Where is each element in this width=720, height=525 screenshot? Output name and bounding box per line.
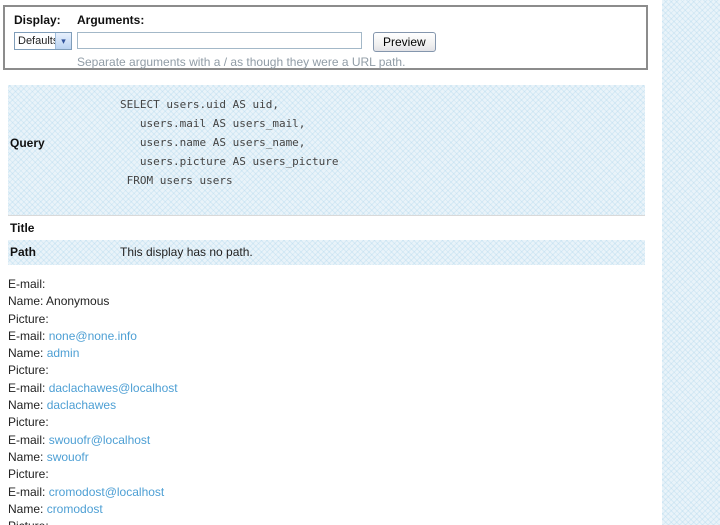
- path-row: Path This display has no path.: [8, 240, 645, 265]
- field-line: Name: Anonymous: [8, 293, 662, 310]
- field-line: Picture:: [8, 466, 662, 483]
- field-line: E-mail: daclachawes@localhost: [8, 380, 662, 397]
- query-row: Query SELECT users.uid AS uid, users.mai…: [8, 85, 645, 215]
- main-content: Display: Defaults ▾ Arguments: Preview S…: [0, 0, 662, 525]
- field-line: Picture:: [8, 311, 662, 328]
- field-value-link[interactable]: admin: [47, 346, 80, 360]
- background-side-strip: [662, 0, 720, 525]
- field-label: Picture:: [8, 363, 49, 378]
- arguments-input[interactable]: [77, 32, 362, 49]
- view-info-rows: Query SELECT users.uid AS uid, users.mai…: [8, 85, 645, 265]
- display-label: Display:: [14, 13, 61, 27]
- field-value-link[interactable]: swouofr@localhost: [49, 433, 151, 447]
- field-label: E-mail:: [8, 380, 46, 395]
- field-label: Picture:: [8, 311, 49, 326]
- display-select-value: Defaults: [18, 35, 55, 47]
- preview-button[interactable]: Preview: [373, 32, 436, 52]
- arguments-help-text: Separate arguments with a / as though th…: [77, 55, 406, 69]
- field-value-link[interactable]: swouofr: [47, 450, 89, 464]
- field-value-link[interactable]: cromodost: [47, 502, 103, 516]
- arguments-control-row: Preview: [77, 32, 636, 52]
- display-select[interactable]: Defaults ▾: [14, 32, 72, 50]
- views-preview-page: Display: Defaults ▾ Arguments: Preview S…: [0, 0, 720, 525]
- field-label: Name:: [8, 398, 44, 413]
- results-list: E-mail: Name: Anonymous Picture: E-mail: no…: [8, 276, 662, 525]
- field-line: Name: cromodost: [8, 501, 662, 518]
- field-line: E-mail:: [8, 276, 662, 293]
- field-label: Name:: [8, 294, 44, 309]
- field-line: Name: admin: [8, 345, 662, 362]
- field-line: Name: daclachawes: [8, 397, 662, 414]
- field-value-link[interactable]: daclachawes: [47, 398, 116, 412]
- dropdown-arrow-icon: ▾: [55, 33, 71, 49]
- field-line: Name: swouofr: [8, 449, 662, 466]
- title-row-label: Title: [10, 221, 35, 235]
- field-line: Picture:: [8, 518, 662, 525]
- field-label: E-mail:: [8, 484, 46, 499]
- field-label: Picture:: [8, 467, 49, 482]
- field-value: Anonymous: [46, 294, 110, 309]
- field-label: Name:: [8, 449, 44, 464]
- title-row: Title: [8, 215, 645, 240]
- field-label: E-mail:: [8, 277, 46, 291]
- display-column: Display: Defaults ▾: [14, 13, 77, 64]
- field-line: Picture:: [8, 414, 662, 431]
- field-line: Picture:: [8, 362, 662, 379]
- path-row-value: This display has no path.: [120, 245, 253, 259]
- field-value-link[interactable]: none@none.info: [49, 329, 137, 343]
- query-row-label: Query: [10, 135, 45, 150]
- field-value-link[interactable]: cromodost@localhost: [49, 485, 165, 499]
- field-label: Picture:: [8, 415, 49, 430]
- path-row-label: Path: [10, 245, 37, 259]
- field-line: E-mail: cromodost@localhost: [8, 484, 662, 501]
- arguments-column: Arguments: Preview Separate arguments wi…: [77, 13, 636, 69]
- arguments-label: Arguments:: [77, 13, 145, 27]
- field-label: E-mail:: [8, 432, 46, 447]
- field-label: E-mail:: [8, 328, 46, 343]
- sql-query-text: SELECT users.uid AS uid, users.mail AS u…: [120, 98, 339, 187]
- preview-form: Display: Defaults ▾ Arguments: Preview S…: [3, 5, 648, 70]
- field-value-link[interactable]: daclachawes@localhost: [49, 381, 178, 395]
- field-label: Name:: [8, 501, 44, 516]
- field-line: E-mail: none@none.info: [8, 328, 662, 345]
- field-label: Picture:: [8, 519, 49, 525]
- field-label: Name:: [8, 346, 44, 361]
- field-line: E-mail: swouofr@localhost: [8, 432, 662, 449]
